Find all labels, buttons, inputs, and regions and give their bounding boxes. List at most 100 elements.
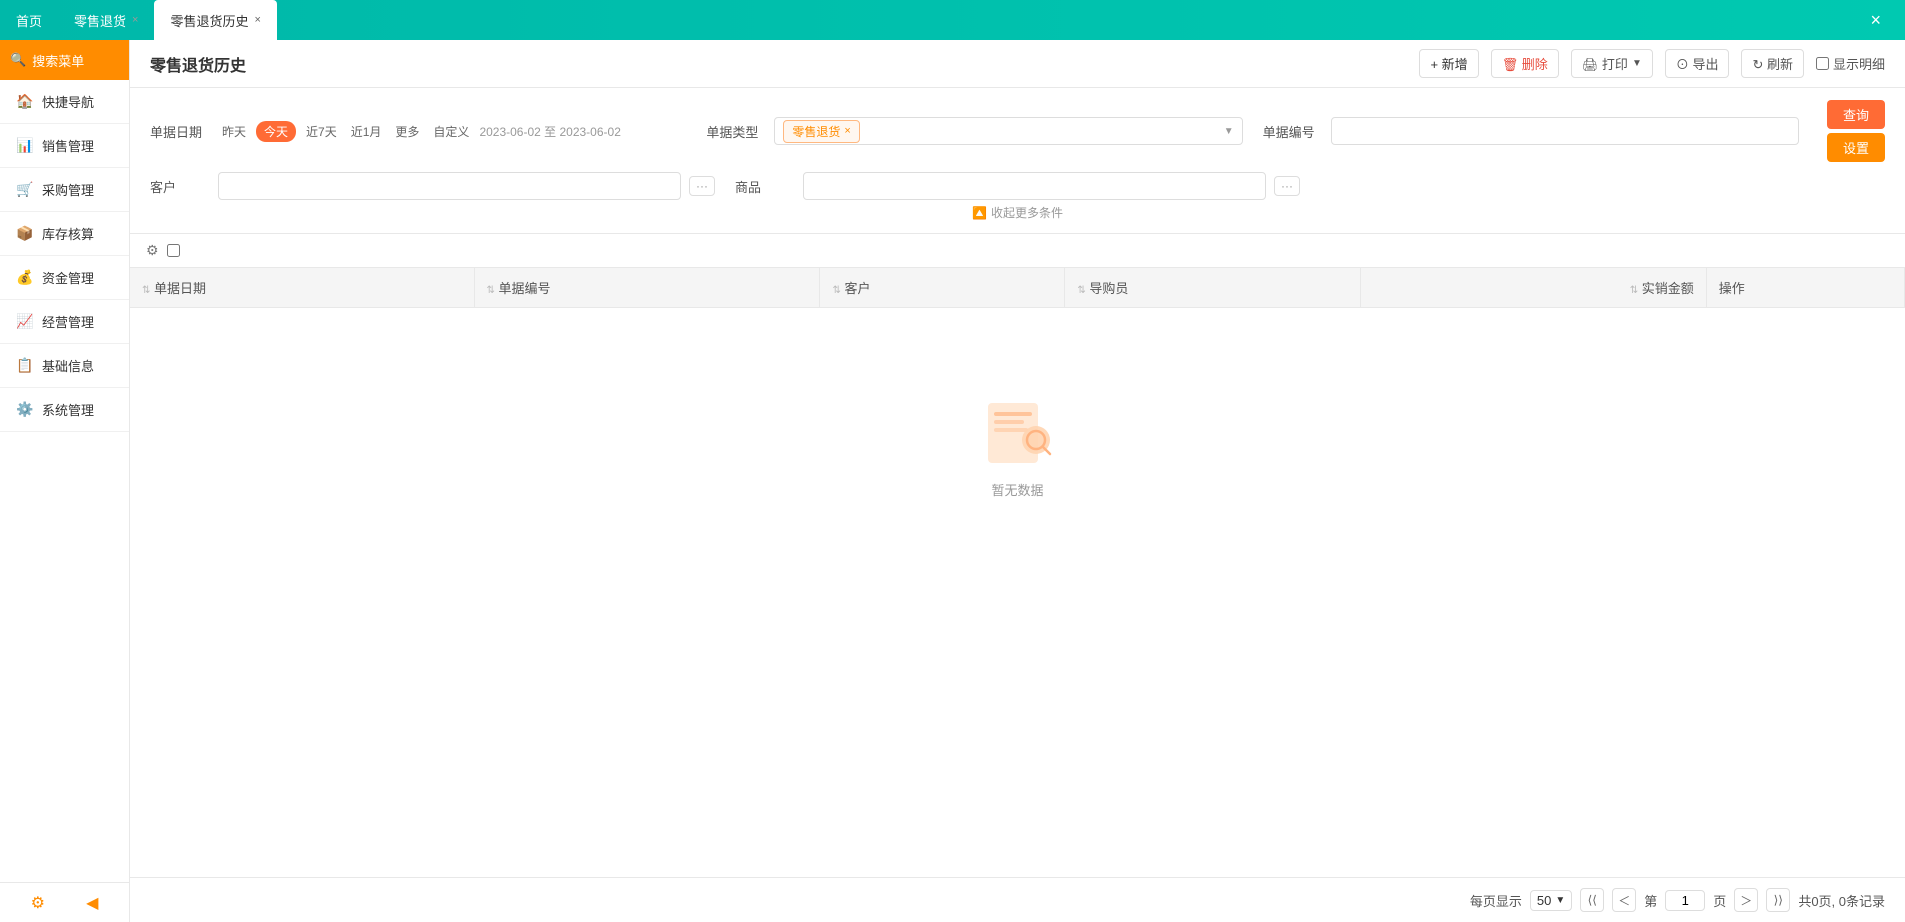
inventory-icon: 📦 (16, 225, 34, 243)
col-customer: ⇅ 客户 (820, 268, 1065, 308)
new-button[interactable]: + 新增 (1419, 49, 1478, 78)
settings-button[interactable]: 设置 (1827, 133, 1885, 162)
filter-customer-item: 客户 ··· (150, 172, 715, 200)
first-page-button[interactable]: ⟨⟨ (1580, 888, 1604, 912)
filter-type-item: 单据类型 零售退货 × ▼ (706, 117, 1242, 145)
filter-row-1: 单据日期 昨天 今天 近7天 近1月 更多 自定义 2023-06-02 至 2… (150, 100, 1885, 162)
page-actions: + 新增 🗑 删除 🖨 打印 ▼ ⊙ 导出 ↻ 刷新 显示明细 (1419, 49, 1885, 78)
col-amount: ⇅ 实销金额 (1360, 268, 1706, 308)
delete-button[interactable]: 🗑 删除 (1491, 49, 1559, 78)
type-tag: 零售退货 × (783, 120, 859, 143)
sidebar-item-finance[interactable]: 💰 资金管理 (0, 256, 129, 300)
date-filter-label: 单据日期 (150, 122, 210, 141)
sidebar-item-basic-info[interactable]: 📋 基础信息 (0, 344, 129, 388)
content-area: 零售退货历史 + 新增 🗑 删除 🖨 打印 ▼ ⊙ 导出 ↻ 刷新 (130, 40, 1905, 922)
sidebar-item-operations[interactable]: 📈 经营管理 (0, 300, 129, 344)
filter-date-item: 单据日期 昨天 今天 近7天 近1月 更多 自定义 2023-06-02 至 2… (150, 121, 686, 142)
next-page-button[interactable]: ＞ (1734, 888, 1758, 912)
table-header: ⇅ 单据日期 ⇅ 单据编号 ⇅ 客户 ⇅ 导购员 (130, 268, 1905, 308)
export-button[interactable]: ⊙ 导出 (1665, 49, 1730, 78)
col-guide-label: 导购员 (1089, 281, 1128, 296)
pagination: 每页显示 50 ▼ ⟨⟨ ＜ 第 页 ＞ ⟩⟩ 共0页, 0条记录 (130, 877, 1905, 922)
home-icon: 🏠 (16, 93, 34, 111)
sidebar-bottom: ⚙ ◀ (0, 882, 129, 922)
col-number: ⇅ 单据编号 (474, 268, 820, 308)
search-icon: 🔍 (10, 52, 26, 68)
sort-icon[interactable]: ⇅ (142, 285, 150, 296)
goods-ellipsis[interactable]: ··· (1274, 176, 1300, 196)
sidebar-item-sales[interactable]: 📊 销售管理 (0, 124, 129, 168)
number-input[interactable] (1331, 117, 1799, 145)
settings-bottom-icon[interactable]: ⚙ (31, 893, 45, 913)
operations-icon: 📈 (16, 313, 34, 331)
per-page-value: 50 (1537, 893, 1551, 908)
date-7days[interactable]: 近7天 (302, 121, 341, 142)
close-window-button[interactable]: × (1862, 10, 1889, 31)
filter-goods-item: 商品 ··· (735, 172, 1300, 200)
col-date-label: 单据日期 (154, 281, 206, 296)
col-amount-label: 实销金额 (1642, 281, 1694, 296)
collapse-icon[interactable]: ◀ (86, 893, 98, 913)
prev-page-button[interactable]: ＜ (1612, 888, 1636, 912)
sidebar-item-quick-nav[interactable]: 🏠 快捷导航 (0, 80, 129, 124)
tab-retail-return-history[interactable]: 零售退货历史 × (154, 0, 276, 40)
tab-retail-return[interactable]: 零售退货 × (58, 0, 154, 40)
query-settings-group: 查询 设置 (1827, 100, 1885, 162)
basic-info-icon: 📋 (16, 357, 34, 375)
sidebar-item-system[interactable]: ⚙️ 系统管理 (0, 388, 129, 432)
show-detail-checkbox[interactable] (1816, 57, 1829, 70)
collapse-button[interactable]: 🔼 收起更多条件 (150, 204, 1885, 221)
sidebar-search[interactable]: 🔍 搜索菜单 (0, 40, 129, 80)
table-toolbar: ⚙ (130, 234, 1905, 268)
main-layout: 🔍 搜索菜单 🏠 快捷导航 📊 销售管理 🛒 采购管理 📦 库存核算 💰 (0, 40, 1905, 922)
page-input[interactable] (1665, 890, 1705, 911)
customer-input[interactable] (218, 172, 681, 200)
per-page-select[interactable]: 50 ▼ (1530, 890, 1572, 911)
table-settings-icon[interactable]: ⚙ (146, 242, 159, 259)
customer-ellipsis[interactable]: ··· (689, 176, 715, 196)
sidebar-item-inventory[interactable]: 📦 库存核算 (0, 212, 129, 256)
tab-close-retail-return-history[interactable]: × (254, 14, 260, 26)
date-today[interactable]: 今天 (256, 121, 296, 142)
sales-icon: 📊 (16, 137, 34, 155)
last-page-button[interactable]: ⟩⟩ (1766, 888, 1790, 912)
sort-icon-4[interactable]: ⇅ (1077, 285, 1085, 296)
system-icon: ⚙️ (16, 401, 34, 419)
table-area: ⚙ ⇅ 单据日期 ⇅ 单据编号 ⇅ (130, 234, 1905, 877)
sort-icon-5[interactable]: ⇅ (1630, 285, 1638, 296)
empty-icon (978, 388, 1058, 468)
print-button[interactable]: 🖨 打印 ▼ (1571, 49, 1653, 78)
query-button[interactable]: 查询 (1827, 100, 1885, 129)
sidebar-item-purchase[interactable]: 🛒 采购管理 (0, 168, 129, 212)
type-tag-close[interactable]: × (844, 125, 850, 137)
goods-input[interactable] (803, 172, 1266, 200)
purchase-icon: 🛒 (16, 181, 34, 199)
number-filter-label: 单据编号 (1263, 122, 1323, 141)
date-more[interactable]: 更多 (391, 121, 423, 142)
date-1month[interactable]: 近1月 (347, 121, 386, 142)
show-detail-checkbox-group[interactable]: 显示明细 (1816, 54, 1885, 73)
col-customer-label: 客户 (844, 281, 870, 296)
chevron-up-icon: 🔼 (972, 206, 987, 220)
goods-filter-label: 商品 (735, 177, 795, 196)
sort-icon-2[interactable]: ⇅ (487, 285, 495, 296)
empty-label: 暂无数据 (991, 480, 1043, 499)
tab-close-retail-return[interactable]: × (132, 14, 138, 26)
col-number-label: 单据编号 (499, 281, 551, 296)
type-filter-label: 单据类型 (706, 122, 766, 141)
page-header: 零售退货历史 + 新增 🗑 删除 🖨 打印 ▼ ⊙ 导出 ↻ 刷新 (130, 40, 1905, 88)
date-yesterday[interactable]: 昨天 (218, 121, 250, 142)
col-action: 操作 (1706, 268, 1904, 308)
refresh-button[interactable]: ↻ 刷新 (1741, 49, 1804, 78)
finance-icon: 💰 (16, 269, 34, 287)
col-guide: ⇅ 导购员 (1065, 268, 1360, 308)
sort-icon-3[interactable]: ⇅ (832, 285, 840, 296)
select-all-checkbox[interactable] (167, 244, 180, 257)
data-table: ⇅ 单据日期 ⇅ 单据编号 ⇅ 客户 ⇅ 导购员 (130, 268, 1905, 308)
date-shortcuts: 昨天 今天 近7天 近1月 更多 自定义 2023-06-02 至 2023-0… (218, 121, 621, 142)
date-custom[interactable]: 自定义 (429, 121, 473, 142)
tab-home[interactable]: 首页 (0, 0, 58, 40)
col-action-label: 操作 (1719, 281, 1745, 296)
per-page-label: 每页显示 (1470, 891, 1522, 910)
type-select[interactable]: 零售退货 × ▼ (774, 117, 1242, 145)
